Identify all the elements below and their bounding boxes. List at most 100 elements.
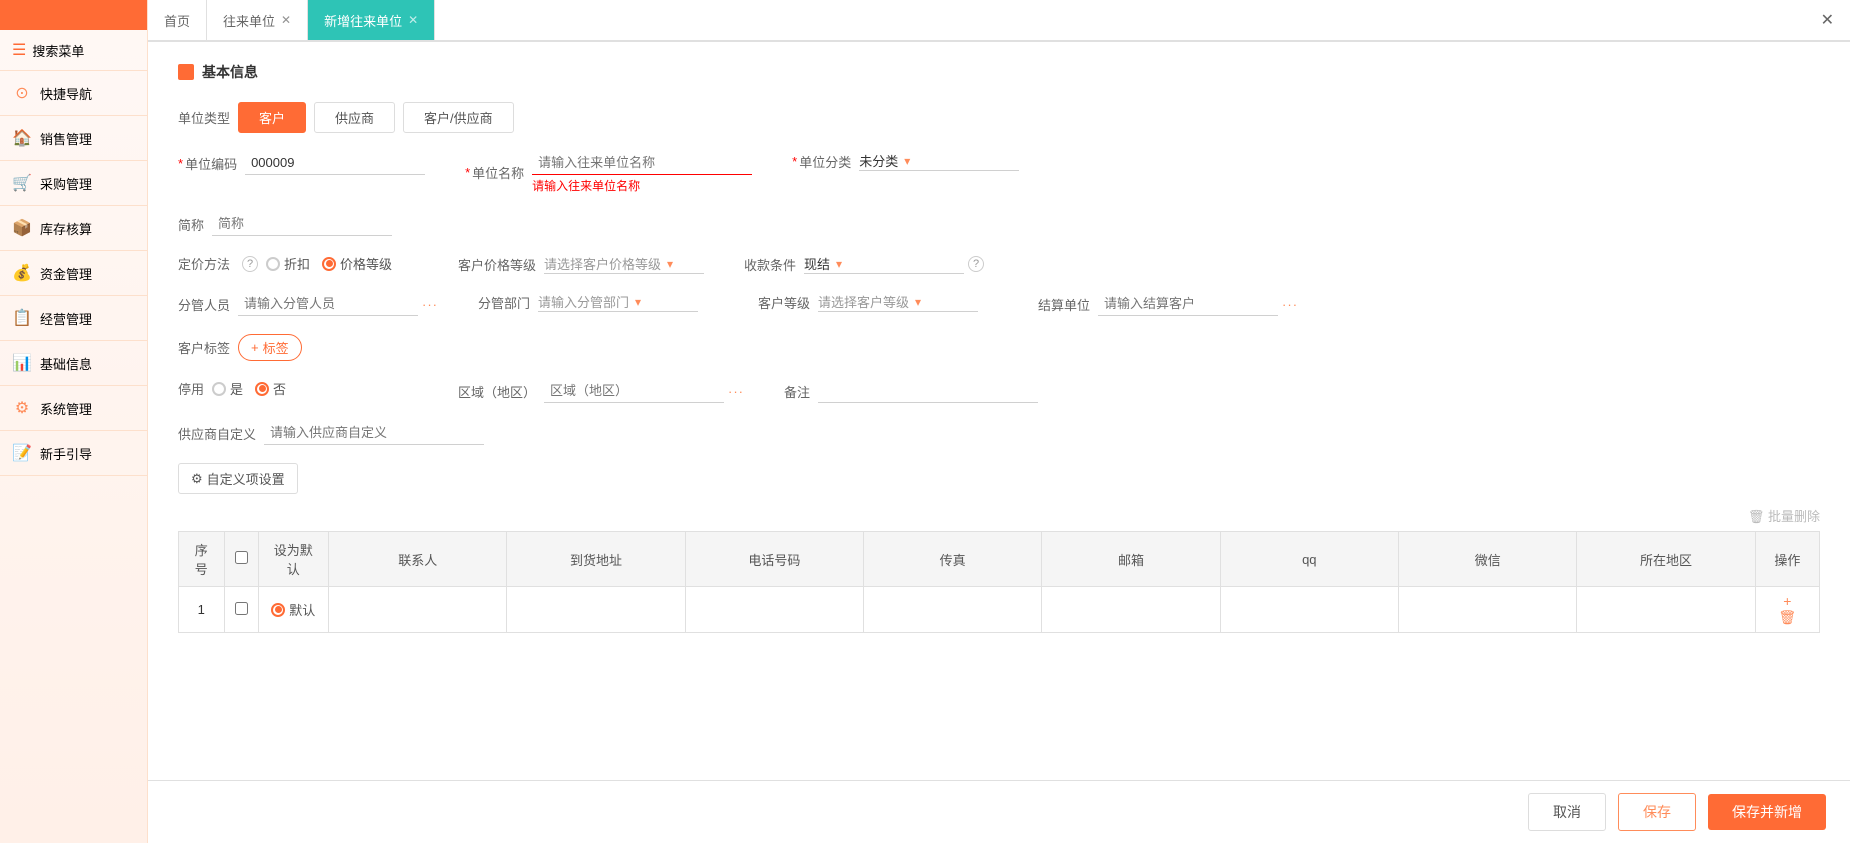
cell-region [1577,587,1755,633]
region-input[interactable] [544,379,724,403]
th-address: 到货地址 [507,532,685,587]
tab-new-partner-label: 新增往来单位 [324,11,402,30]
delete-row-button[interactable]: 🗑 [1778,609,1796,625]
settlement-input[interactable] [1098,292,1278,316]
unit-name-field: 请输入往来单位名称 [532,151,752,194]
sidebar-item-label: 快捷导航 [40,84,92,103]
pricing-tooltip-icon[interactable]: ? [242,256,258,272]
pricing-discount-option[interactable]: 折扣 [266,254,310,273]
email-input[interactable] [1052,602,1209,617]
contacts-table: 序号 设为默认 联系人 到货地址 电话号码 传真 邮箱 qq 微信 所在地区 操… [178,531,1820,633]
select-all-checkbox[interactable] [235,551,248,564]
th-email: 邮箱 [1042,532,1220,587]
unit-type-group: 单位类型 客户 供应商 客户/供应商 [178,102,514,133]
tab-partner-list[interactable]: 往来单位 ✕ [207,0,308,40]
wechat-input[interactable] [1409,602,1566,617]
default-radio-item[interactable]: 默认 [269,600,319,619]
sidebar-item-search[interactable]: ☰ 搜索菜单 [0,30,147,71]
disabled-no-option[interactable]: 否 [255,379,286,398]
price-level-select[interactable]: 请选择客户价格等级 ▾ [544,254,704,274]
unit-name-input[interactable] [532,151,752,175]
sidebar-top-bar [0,0,147,30]
row-checkbox[interactable] [235,602,248,615]
region-cell-input[interactable] [1587,602,1744,617]
unit-category-group: * 单位分类 未分类 ▾ [792,151,1032,171]
section-title: 基本信息 [202,62,258,82]
sidebar-item-label: 采购管理 [40,174,92,193]
custom-settings-button[interactable]: ⚙ 自定义项设置 [178,463,298,494]
tab-home[interactable]: 首页 [148,0,207,40]
type-btn-supplier[interactable]: 供应商 [314,102,395,133]
th-wechat: 微信 [1399,532,1577,587]
cell-contact [329,587,507,633]
unit-category-select[interactable]: 未分类 ▾ [859,151,1019,171]
short-name-group: 简称 [178,212,418,236]
remark-input[interactable] [818,379,1038,403]
customer-tag-group: 客户标签 + 标签 [178,334,418,361]
th-default: 设为默认 [258,532,329,587]
short-name-input[interactable] [212,212,392,236]
cancel-button[interactable]: 取消 [1528,793,1606,831]
sidebar-item-quick-nav[interactable]: ⊙ 快捷导航 [0,71,147,116]
quick-nav-icon: ⊙ [12,83,32,103]
manager-input[interactable] [238,292,418,316]
sidebar-item-inventory[interactable]: 📦 库存核算 [0,206,147,251]
tab-partner-list-close[interactable]: ✕ [281,13,291,27]
sidebar-item-basic-info[interactable]: 📊 基础信息 [0,341,147,386]
disabled-radio-group: 是 否 [212,379,286,398]
disabled-label: 停用 [178,379,204,398]
settlement-more-btn[interactable]: ··· [1282,297,1298,312]
customer-level-select[interactable]: 请选择客户等级 ▾ [818,292,978,312]
add-tag-button[interactable]: + 标签 [238,334,302,361]
payment-terms-select[interactable]: 现结 ▾ [804,254,964,274]
fax-input[interactable] [874,602,1031,617]
cell-fax [864,587,1042,633]
supplier-custom-input[interactable] [264,421,484,445]
sidebar-item-finance[interactable]: 💰 资金管理 [0,251,147,296]
type-btn-customer[interactable]: 客户 [238,102,306,133]
region-more-btn[interactable]: ··· [728,384,744,399]
cell-checkbox [224,587,258,633]
content-area: 基本信息 单位类型 客户 供应商 客户/供应商 * 单位编码 * 单位名 [148,42,1850,780]
sidebar-item-operations[interactable]: 📋 经营管理 [0,296,147,341]
tab-new-partner[interactable]: 新增往来单位 ✕ [308,0,435,40]
dept-select[interactable]: 请输入分管部门 ▾ [538,292,698,312]
price-level-label: 客户价格等级 [458,255,536,274]
th-qq: qq [1220,532,1398,587]
manager-more-btn[interactable]: ··· [422,297,438,312]
batch-delete-area: 🗑 批量删除 [178,506,1820,525]
save-button[interactable]: 保存 [1618,793,1696,831]
disabled-yes-option[interactable]: 是 [212,379,243,398]
pricing-level-option[interactable]: 价格等级 [322,254,392,273]
batch-delete-label[interactable]: 批量删除 [1768,509,1820,524]
sidebar-item-guide[interactable]: 📝 新手引导 [0,431,147,476]
sidebar-item-sales[interactable]: 🏠 销售管理 [0,116,147,161]
add-row-button[interactable]: + [1783,593,1791,609]
pricing-level-radio [322,257,336,271]
payment-terms-arrow: ▾ [836,257,842,271]
phone-input[interactable] [696,602,853,617]
close-all-button[interactable]: ✕ [1805,10,1850,30]
unit-category-arrow: ▾ [904,154,910,168]
section-header: 基本信息 [178,62,1820,82]
custom-settings-label: 自定义项设置 [207,469,285,488]
region-label: 区域（地区） [458,382,536,401]
manager-group: 分管人员 ··· [178,292,438,316]
cell-phone [685,587,863,633]
th-action: 操作 [1755,532,1819,587]
form-row-disabled-region: 停用 是 否 区域（地区） ··· [178,379,1820,403]
address-input[interactable] [517,602,674,617]
form-row-customer-tag: 客户标签 + 标签 [178,334,1820,361]
sidebar-item-system[interactable]: ⚙ 系统管理 [0,386,147,431]
supplier-custom-group: 供应商自定义 [178,421,484,445]
unit-code-input[interactable] [245,151,425,175]
tab-new-partner-close[interactable]: ✕ [408,13,418,27]
sidebar-item-label: 系统管理 [40,399,92,418]
sidebar-item-purchase[interactable]: 🛒 采购管理 [0,161,147,206]
sidebar-item-label: 基础信息 [40,354,92,373]
payment-terms-tooltip-icon[interactable]: ? [968,256,984,272]
contact-input[interactable] [339,602,496,617]
type-btn-both[interactable]: 客户/供应商 [403,102,514,133]
save-and-new-button[interactable]: 保存并新增 [1708,794,1826,830]
qq-input[interactable] [1231,602,1388,617]
